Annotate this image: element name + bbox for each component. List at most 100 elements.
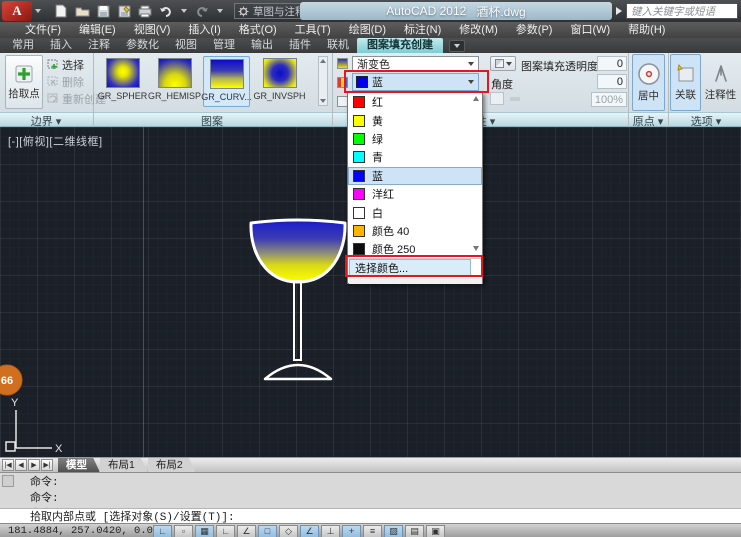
tab-nav-prev-button[interactable]: ◀ bbox=[15, 459, 27, 471]
swatch-gr-invsph[interactable]: GR_INVSPH bbox=[254, 56, 306, 107]
save-icon[interactable] bbox=[94, 3, 112, 19]
new-file-icon[interactable] bbox=[52, 3, 70, 19]
app-logo-icon[interactable]: A bbox=[2, 1, 32, 21]
tab-manage[interactable]: 管理 bbox=[205, 38, 243, 53]
pattern-gallery-scrollbar[interactable] bbox=[318, 56, 328, 106]
tab-nav-first-button[interactable]: |◀ bbox=[2, 459, 14, 471]
dropdown-scroll-up-icon[interactable] bbox=[473, 96, 479, 101]
boundary-panel-label[interactable]: 边界 ▾ bbox=[31, 113, 62, 129]
ribbon-minimize-button[interactable] bbox=[449, 40, 465, 52]
object-snap-tracking-button[interactable]: ∠ bbox=[300, 524, 319, 537]
select-icon bbox=[47, 59, 58, 69]
tab-plugins[interactable]: 插件 bbox=[281, 38, 319, 53]
annotative-button[interactable]: 注释性 bbox=[702, 54, 739, 111]
color-option-yellow[interactable]: 黄 bbox=[348, 111, 482, 129]
color-option-40[interactable]: 颜色 40 bbox=[348, 222, 482, 240]
model-tab[interactable]: 模型 bbox=[58, 458, 100, 473]
save-as-icon[interactable] bbox=[115, 3, 133, 19]
color-option-blue-selected[interactable]: 蓝 bbox=[348, 166, 482, 185]
transparency-chevron-icon bbox=[505, 61, 512, 66]
menu-help[interactable]: 帮助(H) bbox=[619, 22, 674, 38]
snap-mode-button[interactable]: ▫ bbox=[174, 524, 193, 537]
swatch-gr-curv-selected[interactable]: GR_CURV... bbox=[201, 56, 252, 107]
menu-modify[interactable]: 修改(M) bbox=[450, 22, 507, 38]
glass-base[interactable] bbox=[263, 363, 333, 381]
tab-view[interactable]: 视图 bbox=[167, 38, 205, 53]
infer-constraints-button[interactable]: ∟ bbox=[153, 524, 172, 537]
tab-online[interactable]: 联机 bbox=[319, 38, 357, 53]
glass-stem[interactable] bbox=[293, 280, 302, 361]
origin-panel-label[interactable]: 原点 ▾ bbox=[633, 113, 664, 129]
command-history[interactable]: 命令: 命令: 命令: _gradient bbox=[0, 472, 741, 521]
color-option-red[interactable]: 红 bbox=[348, 93, 482, 111]
dynamic-input-button[interactable]: + bbox=[342, 524, 361, 537]
tab-parametric[interactable]: 参数化 bbox=[118, 38, 167, 53]
centered-button[interactable]: 居中 bbox=[632, 54, 665, 111]
color-option-green[interactable]: 绿 bbox=[348, 130, 482, 148]
associative-button[interactable]: 关联 bbox=[670, 54, 701, 111]
layout1-tab[interactable]: 布局1 bbox=[100, 458, 148, 473]
grid-display-button[interactable]: ▦ bbox=[195, 524, 214, 537]
remove-button[interactable]: 删除 bbox=[47, 74, 84, 89]
infocenter-search-input[interactable]: 键入关键字或短语 bbox=[626, 3, 738, 19]
polar-tracking-button[interactable]: ∠ bbox=[237, 524, 256, 537]
tab-nav-last-button[interactable]: ▶| bbox=[41, 459, 53, 471]
layout2-tab[interactable]: 布局2 bbox=[148, 458, 196, 473]
command-window-grip[interactable] bbox=[2, 475, 14, 487]
selection-cycling-button[interactable]: ▣ bbox=[426, 524, 445, 537]
swatch-gr-hemisp[interactable]: GR_HEMISP bbox=[148, 56, 201, 107]
coordinates-readout[interactable]: 181.4884, 257.0420, 0.0000 bbox=[8, 525, 172, 537]
object-snap-button[interactable]: □ bbox=[258, 524, 277, 537]
open-folder-icon[interactable] bbox=[73, 3, 91, 19]
color-option-cyan[interactable]: 青 bbox=[348, 148, 482, 166]
dynamic-ucs-button[interactable]: ⊥ bbox=[321, 524, 340, 537]
color-option-white[interactable]: 白 bbox=[348, 203, 482, 221]
glass-bowl[interactable] bbox=[249, 218, 347, 284]
menu-tools[interactable]: 工具(T) bbox=[286, 22, 340, 38]
pick-points-icon bbox=[15, 65, 33, 82]
tab-hatch-creation[interactable]: 图案填充创建 bbox=[357, 38, 443, 53]
tab-annotate[interactable]: 注释 bbox=[80, 38, 118, 53]
tab-insert[interactable]: 插入 bbox=[42, 38, 80, 53]
menu-edit[interactable]: 编辑(E) bbox=[70, 22, 125, 38]
plot-icon[interactable] bbox=[136, 3, 154, 19]
hatch-type-combobox[interactable]: 渐变色 bbox=[352, 56, 479, 71]
quick-properties-button[interactable]: ▤ bbox=[405, 524, 424, 537]
select-button[interactable]: 选择 bbox=[47, 57, 84, 72]
redo-icon[interactable] bbox=[193, 3, 211, 19]
ortho-mode-button[interactable]: ∟ bbox=[216, 524, 235, 537]
swatch-gr-spher[interactable]: GR_SPHER bbox=[97, 56, 148, 107]
transparency-icon bbox=[494, 59, 504, 68]
redo-chevron-icon[interactable] bbox=[217, 9, 223, 13]
3d-object-snap-button[interactable]: ◇ bbox=[279, 524, 298, 537]
menu-format[interactable]: 格式(O) bbox=[230, 22, 286, 38]
tab-home[interactable]: 常用 bbox=[4, 38, 42, 53]
gr-spher-label: GR_SPHER bbox=[97, 91, 148, 101]
infocenter-expand-icon[interactable] bbox=[616, 7, 622, 15]
menu-window[interactable]: 窗口(W) bbox=[561, 22, 619, 38]
menu-view[interactable]: 视图(V) bbox=[125, 22, 180, 38]
transparency-value-field[interactable]: 0 bbox=[597, 56, 627, 71]
transparency-toggle-button[interactable] bbox=[490, 56, 516, 71]
app-name: AutoCAD 2012 bbox=[386, 4, 467, 18]
pick-points-button[interactable]: 拾取点 bbox=[5, 55, 43, 109]
show-transparency-button[interactable]: ▨ bbox=[384, 524, 403, 537]
dropdown-scroll-down-icon[interactable] bbox=[473, 246, 479, 251]
angle-value-field[interactable]: 0 bbox=[597, 74, 627, 89]
command-prompt-input[interactable]: 拾取内部点或 [选择对象(S)/设置(T)]: bbox=[0, 508, 741, 524]
menu-draw[interactable]: 绘图(D) bbox=[340, 22, 395, 38]
menu-dimension[interactable]: 标注(N) bbox=[395, 22, 450, 38]
show-lineweight-button[interactable]: ≡ bbox=[363, 524, 382, 537]
tab-nav-next-button[interactable]: ▶ bbox=[28, 459, 40, 471]
dropdown-resize-grip[interactable] bbox=[349, 278, 482, 284]
app-menu-chevron-icon[interactable] bbox=[35, 9, 41, 13]
undo-icon[interactable] bbox=[157, 3, 175, 19]
color-option-magenta[interactable]: 洋红 bbox=[348, 185, 482, 203]
pattern-panel-label[interactable]: 图案 bbox=[201, 113, 223, 129]
menu-insert[interactable]: 插入(I) bbox=[179, 22, 229, 38]
menu-parametric[interactable]: 参数(P) bbox=[507, 22, 562, 38]
undo-chevron-icon[interactable] bbox=[181, 9, 187, 13]
options-panel-label[interactable]: 选项 ▾ bbox=[691, 113, 722, 129]
tab-output[interactable]: 输出 bbox=[243, 38, 281, 53]
menu-file[interactable]: 文件(F) bbox=[16, 22, 70, 38]
